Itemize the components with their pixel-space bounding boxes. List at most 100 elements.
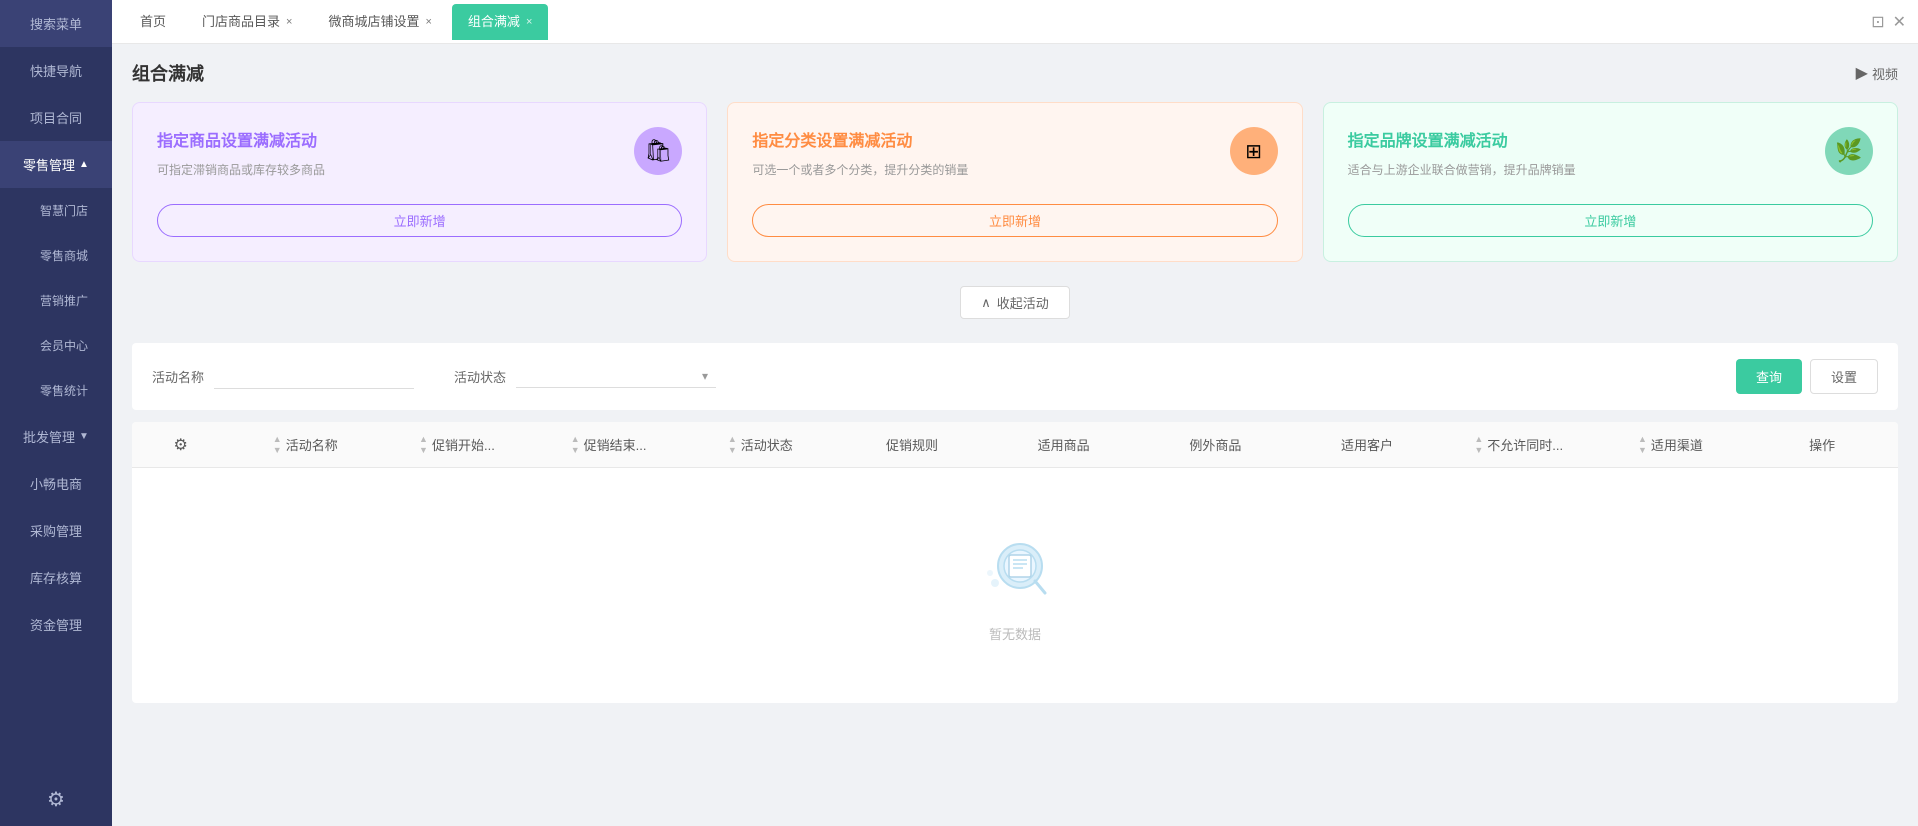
filter-actions: 查询 设置 bbox=[1736, 359, 1878, 394]
setting-button[interactable]: 设置 bbox=[1810, 359, 1878, 394]
tab-home[interactable]: 首页 bbox=[124, 4, 182, 40]
brand-card-desc: 适合与上游企业联合做营销，提升品牌销量 bbox=[1348, 161, 1873, 180]
sidebar-item-member-center[interactable]: 会员中心 bbox=[0, 323, 112, 368]
retail-mgmt-label: 零售管理 bbox=[23, 155, 75, 174]
close-store-catalog-tab[interactable]: × bbox=[286, 4, 292, 40]
close-combo-discount-tab[interactable]: × bbox=[526, 4, 532, 40]
window-controls: ⊡ ✕ bbox=[1871, 12, 1906, 32]
activity-status-select[interactable]: ▾ bbox=[516, 365, 716, 388]
sidebar-item-marketing[interactable]: 营销推广 bbox=[0, 278, 112, 323]
category-card-title: 指定分类设置满减活动 bbox=[752, 127, 1277, 151]
th-applicable-channel: ▲▼ 适用渠道 bbox=[1595, 434, 1747, 455]
inventory-calc-label: 库存核算 bbox=[30, 568, 82, 587]
th-applicable-goods: 适用商品 bbox=[988, 435, 1140, 454]
table-header: ⚙ ▲▼ 活动名称 ▲▼ 促销开始... ▲▼ 促销结束... ▲▼ 活动状态 bbox=[132, 422, 1898, 468]
gear-icon: ⚙ bbox=[47, 789, 65, 811]
sidebar-item-smart-store[interactable]: 智慧门店 bbox=[0, 188, 112, 233]
tab-bar: 首页 门店商品目录 × 微商城店铺设置 × 组合满减 × ⊡ ✕ bbox=[112, 0, 1918, 44]
project-contract-label: 项目合同 bbox=[30, 108, 82, 127]
product-card-add-btn[interactable]: 立即新增 bbox=[157, 204, 682, 237]
brand-card-add-btn[interactable]: 立即新增 bbox=[1348, 204, 1873, 237]
activity-name-label: 活动名称 bbox=[152, 367, 204, 386]
page-header: 组合满减 ▶ 视频 bbox=[132, 60, 1898, 86]
tab-combo-discount[interactable]: 组合满减 × bbox=[452, 4, 548, 40]
retail-mall-label: 零售商城 bbox=[40, 247, 88, 264]
sort-activity-name-icon[interactable]: ▲▼ bbox=[273, 434, 282, 455]
sidebar-item-inventory-calc[interactable]: 库存核算 bbox=[0, 554, 112, 601]
th-promo-start: ▲▼ 促销开始... bbox=[381, 434, 533, 455]
tab-store-catalog[interactable]: 门店商品目录 × bbox=[186, 4, 308, 40]
chevron-up-icon: ∧ bbox=[981, 295, 991, 311]
retail-stats-label: 零售统计 bbox=[40, 382, 88, 399]
sort-promo-start-icon[interactable]: ▲▼ bbox=[419, 434, 428, 455]
product-card-icon: 🛍 bbox=[634, 127, 682, 175]
sidebar-item-purchase-mgmt[interactable]: 采购管理 bbox=[0, 507, 112, 554]
th-not-allow-simultaneous: ▲▼ 不允许同时... bbox=[1443, 434, 1595, 455]
th-settings[interactable]: ⚙ bbox=[132, 435, 229, 455]
query-button[interactable]: 查询 bbox=[1736, 359, 1802, 394]
quick-nav-label: 快捷导航 bbox=[30, 61, 82, 80]
capital-mgmt-label: 资金管理 bbox=[30, 615, 82, 634]
activity-status-filter: 活动状态 ▾ bbox=[454, 365, 716, 388]
sort-not-allow-icon[interactable]: ▲▼ bbox=[1474, 434, 1483, 455]
brand-card-icon: 🌿 bbox=[1825, 127, 1873, 175]
collapse-bar: ∧ 收起活动 bbox=[132, 278, 1898, 327]
th-applicable-customer: 适用客户 bbox=[1291, 435, 1443, 454]
sort-promo-end-icon[interactable]: ▲▼ bbox=[571, 434, 580, 455]
product-card-title: 指定商品设置满减活动 bbox=[157, 127, 682, 151]
maximize-button[interactable]: ⊡ bbox=[1871, 12, 1884, 32]
tab-mini-store-settings[interactable]: 微商城店铺设置 × bbox=[312, 4, 447, 40]
sidebar: 搜索菜单 快捷导航 项目合同 零售管理 ▲ 智慧门店 零售商城 营销推广 会员中… bbox=[0, 0, 112, 826]
th-operation: 操作 bbox=[1746, 435, 1898, 454]
expand-icon: ▲ bbox=[79, 159, 89, 170]
marketing-label: 营销推广 bbox=[40, 292, 88, 309]
close-button[interactable]: ✕ bbox=[1893, 12, 1906, 32]
xiaochang-label: 小畅电商 bbox=[30, 474, 82, 493]
video-link[interactable]: ▶ 视频 bbox=[1856, 63, 1898, 83]
sidebar-gear-button[interactable]: ⚙ bbox=[0, 773, 112, 826]
th-promo-end: ▲▼ 促销结束... bbox=[533, 434, 685, 455]
th-promo-rule: 促销规则 bbox=[836, 435, 988, 454]
th-exception-goods: 例外商品 bbox=[1140, 435, 1292, 454]
sidebar-item-project-contract[interactable]: 项目合同 bbox=[0, 94, 112, 141]
page-title: 组合满减 bbox=[132, 60, 204, 86]
close-mini-store-settings-tab[interactable]: × bbox=[425, 4, 431, 40]
collapse-activities-btn[interactable]: ∧ 收起活动 bbox=[960, 286, 1070, 319]
empty-state: 暂无数据 bbox=[132, 468, 1898, 703]
sort-channel-icon[interactable]: ▲▼ bbox=[1638, 434, 1647, 455]
page-content: 组合满减 ▶ 视频 🛍 指定商品设置满减活动 可指定滞销商品或库存较多商品 立即… bbox=[112, 44, 1918, 826]
th-activity-status: ▲▼ 活动状态 bbox=[684, 434, 836, 455]
search-menu-label: 搜索菜单 bbox=[30, 14, 82, 33]
brand-promo-card: 🌿 指定品牌设置满减活动 适合与上游企业联合做营销，提升品牌销量 立即新增 bbox=[1323, 102, 1898, 262]
table-section: ⚙ ▲▼ 活动名称 ▲▼ 促销开始... ▲▼ 促销结束... ▲▼ 活动状态 bbox=[132, 422, 1898, 703]
wholesale-expand-icon: ▼ bbox=[79, 431, 89, 442]
promo-cards-section: 🛍 指定商品设置满减活动 可指定滞销商品或库存较多商品 立即新增 ⊞ 指定分类设… bbox=[132, 102, 1898, 262]
activity-status-label: 活动状态 bbox=[454, 367, 506, 386]
sidebar-item-quick-nav[interactable]: 快捷导航 bbox=[0, 47, 112, 94]
empty-icon bbox=[965, 528, 1065, 608]
smart-store-label: 智慧门店 bbox=[40, 202, 88, 219]
category-card-add-btn[interactable]: 立即新增 bbox=[752, 204, 1277, 237]
brand-card-title: 指定品牌设置满减活动 bbox=[1348, 127, 1873, 151]
play-circle-icon: ▶ bbox=[1856, 63, 1868, 83]
product-card-desc: 可指定滞销商品或库存较多商品 bbox=[157, 161, 682, 180]
sidebar-item-retail-mgmt[interactable]: 零售管理 ▲ bbox=[0, 141, 112, 188]
activity-name-filter: 活动名称 bbox=[152, 365, 414, 389]
sidebar-item-wholesale-mgmt[interactable]: 批发管理 ▼ bbox=[0, 413, 112, 460]
sidebar-item-retail-mall[interactable]: 零售商城 bbox=[0, 233, 112, 278]
category-card-desc: 可选一个或者多个分类，提升分类的销量 bbox=[752, 161, 1277, 180]
sidebar-item-xiaochang[interactable]: 小畅电商 bbox=[0, 460, 112, 507]
member-center-label: 会员中心 bbox=[40, 337, 88, 354]
filter-section: 活动名称 活动状态 ▾ 查询 设置 bbox=[132, 343, 1898, 410]
table-settings-icon[interactable]: ⚙ bbox=[174, 435, 188, 455]
empty-text: 暂无数据 bbox=[989, 624, 1041, 643]
sidebar-item-retail-stats[interactable]: 零售统计 bbox=[0, 368, 112, 413]
sidebar-item-capital-mgmt[interactable]: 资金管理 bbox=[0, 601, 112, 648]
sidebar-item-search-menu[interactable]: 搜索菜单 bbox=[0, 0, 112, 47]
activity-name-input[interactable] bbox=[214, 365, 414, 389]
category-promo-card: ⊞ 指定分类设置满减活动 可选一个或者多个分类，提升分类的销量 立即新增 bbox=[727, 102, 1302, 262]
category-card-icon: ⊞ bbox=[1230, 127, 1278, 175]
th-activity-name: ▲▼ 活动名称 bbox=[229, 434, 381, 455]
purchase-mgmt-label: 采购管理 bbox=[30, 521, 82, 540]
sort-activity-status-icon[interactable]: ▲▼ bbox=[728, 434, 737, 455]
